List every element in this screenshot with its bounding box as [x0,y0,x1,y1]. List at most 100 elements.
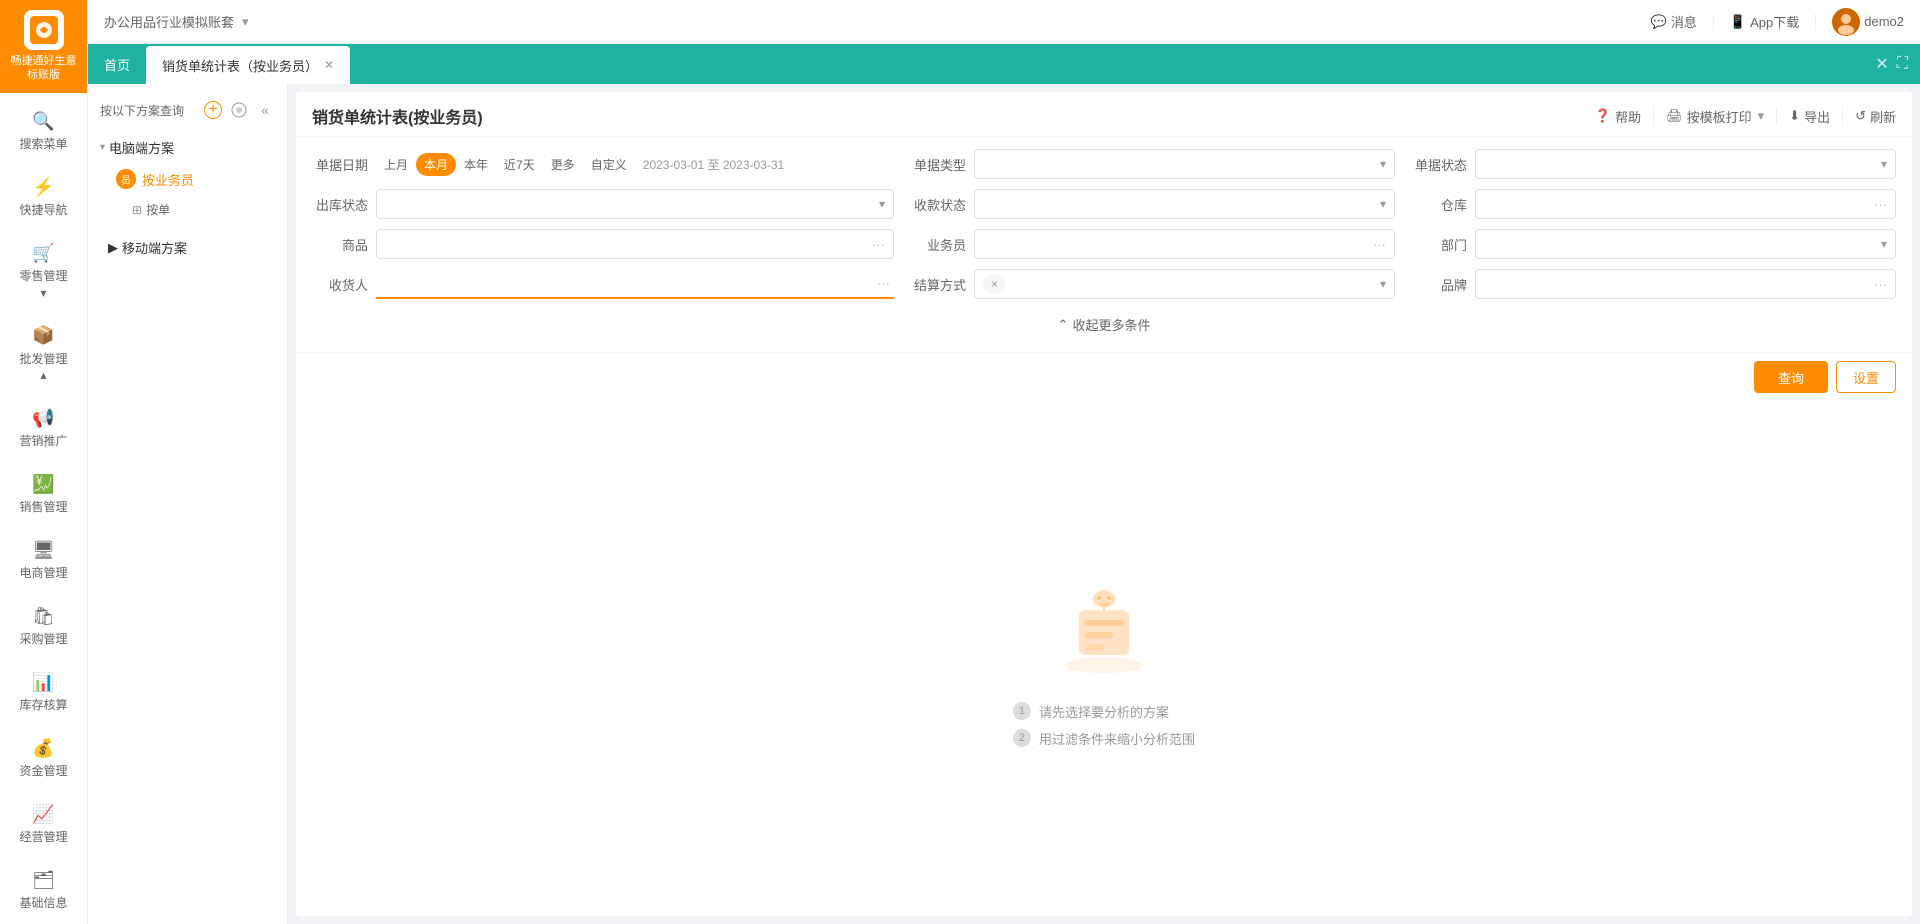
date-tab-custom[interactable]: 自定义 [583,153,635,176]
doctype-select[interactable]: ▾ [974,149,1395,179]
sidebar-item-ecommerce[interactable]: 🖥 电商管理 [6,528,81,592]
scheme-group-desktop-header[interactable]: ▾ 电脑端方案 [88,132,287,163]
outstatus-select[interactable]: ▾ [376,189,894,219]
consignee-input[interactable] [380,276,877,291]
settlement-tag-close[interactable]: × [991,277,998,291]
sidebar-item-sales-label: 销售管理 [19,499,67,516]
sales-icon: 💹 [32,472,54,497]
filter-cell-payment: 收款状态 ▾ [910,189,1395,219]
sidebar-item-ecommerce-label: 电商管理 [19,565,67,582]
sidebar-item-basic[interactable]: 🗂 基础信息 [6,858,81,922]
empty-tip-1: 1 请先选择要分析的方案 [1013,702,1195,721]
user-menu[interactable]: demo2 [1832,8,1904,36]
tip-text-2: 用过滤条件来缩小分析范围 [1039,729,1195,748]
consignee-dots[interactable]: ··· [877,276,890,291]
add-scheme-btn[interactable]: + [203,100,223,120]
left-panel-icons: + « [203,100,275,120]
sidebar-item-shortcut[interactable]: ⚡ 快捷导航 [6,165,81,229]
date-control: 上月 本月 本年 近7天 更多 自定义 2023-03-01 至 2023-03… [376,153,894,176]
filter-cell-date: 单据日期 上月 本月 本年 近7天 更多 自定义 2023-03-01 至 20… [312,153,894,176]
filter-area: 单据日期 上月 本月 本年 近7天 更多 自定义 2023-03-01 至 20… [296,137,1912,353]
sidebar-item-sales[interactable]: 💹 销售管理 [6,462,81,526]
action-bar: 查询 设置 [296,353,1912,401]
settings-button[interactable]: 设置 [1836,361,1896,393]
date-tab-this-year[interactable]: 本年 [456,153,496,176]
empty-tip-2: 2 用过滤条件来缩小分析范围 [1013,729,1195,748]
sidebar-item-wholesale[interactable]: 📦 批发管理 ▴ [6,313,81,394]
sidebar-item-search[interactable]: 🔍 搜索菜单 [6,99,81,163]
help-icon: ❓ [1595,108,1611,124]
sidebar-item-finance[interactable]: 💰 资金管理 [6,726,81,790]
empty-state: 1 请先选择要分析的方案 2 用过滤条件来缩小分析范围 [296,401,1912,916]
sidebar-item-inventory[interactable]: 📊 库存核算 [6,660,81,724]
app-download-icon: 📱 [1730,14,1746,30]
docstatus-arrow: ▾ [1881,157,1887,171]
payment-select[interactable]: ▾ [974,189,1395,219]
sidebar-item-purchase[interactable]: 🛍 采购管理 [6,594,81,658]
logo-text: 畅捷通好生意标账版 [11,54,77,83]
message-label: 消息 [1671,12,1697,31]
app-download-btn[interactable]: 📱 App下载 [1730,12,1799,31]
warehouse-dots[interactable]: ··· [1874,197,1887,212]
tabbar: 首页 销货单统计表（按业务员） ✕ ✕ ⛶ [88,44,1920,84]
date-tab-this-month[interactable]: 本月 [416,153,456,176]
export-btn[interactable]: ⬇ 导出 [1789,107,1830,126]
avatar [1832,8,1860,36]
message-btn[interactable]: 💬 消息 [1651,12,1697,31]
purchase-icon: 🛍 [32,604,55,629]
scheme-item-by-salesperson[interactable]: 员 按业务员 [88,163,287,195]
sidebar-item-operation-label: 经营管理 [19,829,67,846]
doctype-arrow: ▾ [1380,157,1386,171]
query-button[interactable]: 查询 [1754,361,1828,393]
filter-cell-brand: 品牌 ··· [1411,269,1896,299]
department-select[interactable]: ▾ [1475,229,1896,259]
edit-scheme-btn[interactable] [229,100,249,120]
help-btn[interactable]: ❓ 帮助 [1595,107,1641,126]
docstatus-label: 单据状态 [1411,155,1475,174]
refresh-label: 刷新 [1870,107,1896,126]
operation-icon: 📈 [32,802,54,827]
scheme-dot-salesperson: 员 [116,169,136,189]
sidebar-item-operation[interactable]: 📈 经营管理 [6,792,81,856]
topbar-dropdown-icon[interactable]: ▾ [242,14,249,30]
retail-arrow: ▾ [40,285,46,302]
collapse-panel-btn[interactable]: « [255,100,275,120]
tab-home[interactable]: 首页 [88,44,146,84]
docstatus-select[interactable]: ▾ [1475,149,1896,179]
tab-sales-stats[interactable]: 销货单统计表（按业务员） ✕ [146,46,350,84]
date-tab-last-month[interactable]: 上月 [376,153,416,176]
collapse-arrow: ⌃ [1058,317,1069,333]
sidebar-item-purchase-label: 采购管理 [19,631,67,648]
sub-scheme-item-by-order[interactable]: ⊞ 按单 [88,195,287,224]
filter-row-1: 单据日期 上月 本月 本年 近7天 更多 自定义 2023-03-01 至 20… [312,149,1896,179]
topbar-left: 办公用品行业模拟账套 ▾ [104,12,249,31]
date-tab-7days[interactable]: 近7天 [496,153,543,176]
retail-icon: 🛒 [32,241,54,266]
salesperson-dots[interactable]: ··· [1373,237,1386,252]
doctype-label: 单据类型 [910,155,974,174]
tab-close-btn[interactable]: ✕ [1875,54,1888,74]
filter-row-3: 商品 ··· 业务员 ··· 部门 [312,229,1896,259]
sidebar-item-retail[interactable]: 🛒 零售管理 ▾ [6,231,81,312]
sidebar-item-marketing[interactable]: 📢 营销推广 [6,396,81,460]
tab-expand-btn[interactable]: ⛶ [1897,55,1908,73]
sidebar-nav: 🔍 搜索菜单 ⚡ 快捷导航 🛒 零售管理 ▾ 📦 批发管理 ▴ 📢 营销推广 💹… [0,93,87,924]
settlement-tag: × [983,275,1006,293]
tab-close-icon[interactable]: ✕ [324,58,334,72]
sidebar-item-finance-label: 资金管理 [19,763,67,780]
date-tabs: 上月 本月 本年 近7天 更多 自定义 [376,153,635,176]
scheme-group-mobile-header[interactable]: ▶ 移动端方案 [88,232,287,263]
sidebar-item-basic-label: 基础信息 [19,895,67,912]
settlement-select[interactable]: × ▾ [974,269,1395,299]
actions-divider3 [1842,108,1843,124]
print-dropdown-arrow[interactable]: ▾ [1758,108,1765,124]
refresh-btn[interactable]: ↺ 刷新 [1855,107,1896,126]
warehouse-label: 仓库 [1411,195,1475,214]
brand-dots[interactable]: ··· [1874,277,1887,292]
outstatus-label: 出库状态 [312,195,376,214]
tab-sales-stats-label: 销货单统计表（按业务员） [162,56,318,75]
product-dots[interactable]: ··· [872,237,885,252]
collapse-btn[interactable]: ⌃ 收起更多条件 [1058,309,1151,340]
date-tab-more[interactable]: 更多 [543,153,583,176]
print-btn[interactable]: 🖨 按模板打印 ▾ [1666,107,1764,126]
